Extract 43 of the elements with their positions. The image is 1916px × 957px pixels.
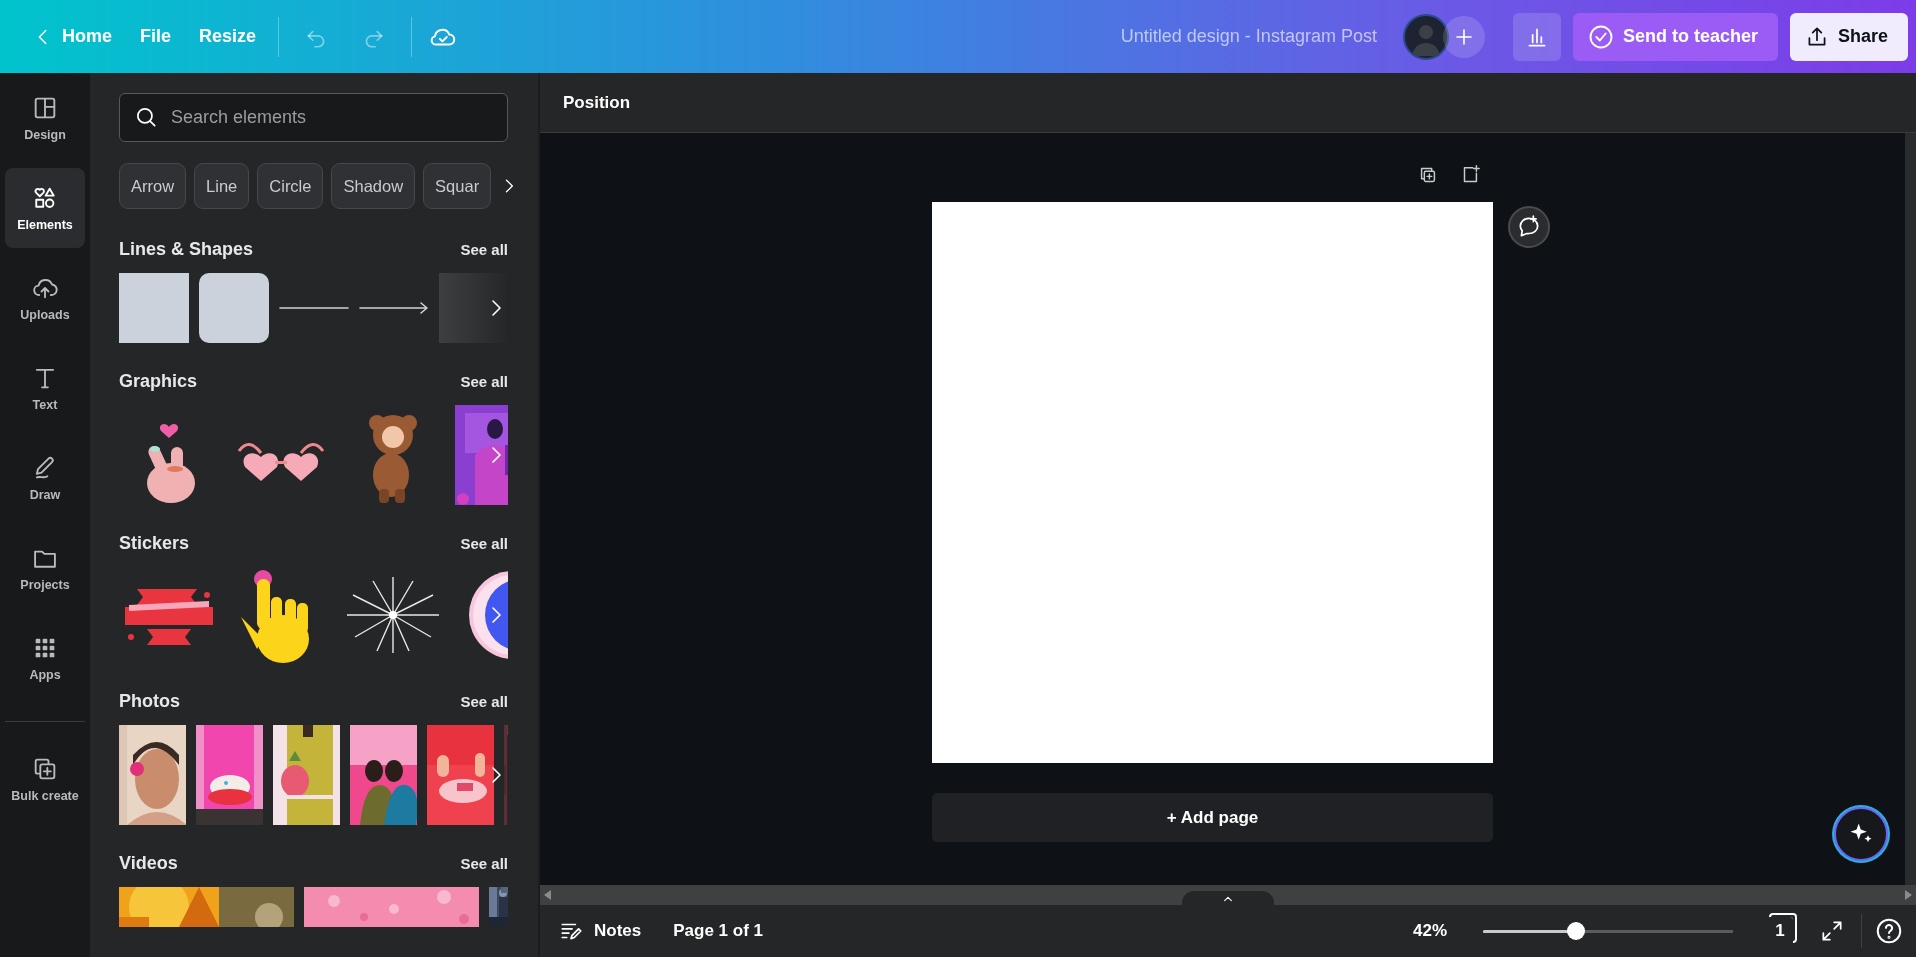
section-title: Photos xyxy=(119,691,180,712)
share-button[interactable]: Share xyxy=(1789,12,1908,61)
add-comment-button[interactable] xyxy=(1508,206,1550,248)
sidebar-tab[interactable]: Bulk create xyxy=(5,739,85,819)
position-button[interactable]: Position xyxy=(563,86,631,119)
section-title: Graphics xyxy=(119,371,198,392)
filter-chip[interactable]: Circle xyxy=(257,163,324,209)
section-title: Lines & Shapes xyxy=(119,239,254,260)
add-member-button[interactable] xyxy=(1442,15,1485,58)
sidebar-tab[interactable]: Text xyxy=(5,348,85,428)
see-all-link[interactable]: See all xyxy=(460,373,508,390)
triangle-left-icon xyxy=(544,890,552,900)
filter-chip[interactable]: Shadow xyxy=(331,163,416,209)
scrollbar[interactable] xyxy=(1905,133,1916,885)
triangle-right-icon xyxy=(1904,890,1912,900)
sidebar-tab[interactable]: Design xyxy=(5,78,85,158)
slider-thumb[interactable] xyxy=(1566,922,1585,940)
zoom-level[interactable]: 42% xyxy=(1412,921,1447,941)
sidebar-tab[interactable]: Projects xyxy=(5,528,85,608)
add-page-button[interactable]: + Add page xyxy=(932,793,1493,842)
magic-button[interactable] xyxy=(1834,807,1888,861)
filter-chip[interactable]: Arrow xyxy=(119,163,187,209)
sidebar-tab[interactable]: Apps xyxy=(5,618,85,698)
section-title: Videos xyxy=(119,853,178,874)
sidebar-tab[interactable]: Uploads xyxy=(5,258,85,338)
notes-button[interactable]: Notes xyxy=(558,914,642,948)
help-icon[interactable] xyxy=(1874,916,1904,946)
sidebar-tab[interactable]: Elements xyxy=(5,168,85,248)
send-to-teacher-button[interactable]: Send to teacher xyxy=(1572,12,1778,61)
see-all-link[interactable]: See all xyxy=(460,535,508,552)
rounded-square-shape[interactable] xyxy=(199,273,269,343)
analytics-button[interactable] xyxy=(1512,12,1561,61)
scrollbar[interactable] xyxy=(540,885,1916,905)
filter-chip[interactable]: Squar xyxy=(423,163,492,209)
fullscreen-icon[interactable] xyxy=(1819,918,1845,944)
section-title: Stickers xyxy=(119,533,190,554)
page-indicator[interactable]: Page 1 of 1 xyxy=(673,917,763,945)
see-all-link[interactable]: See all xyxy=(460,241,508,258)
search-field[interactable]: Search elements xyxy=(119,93,508,142)
filter-chip[interactable]: Line xyxy=(194,163,250,209)
sidebar-tab[interactable]: Draw xyxy=(5,438,85,518)
see-all-link[interactable]: See all xyxy=(460,693,508,710)
see-all-link[interactable]: See all xyxy=(460,855,508,872)
